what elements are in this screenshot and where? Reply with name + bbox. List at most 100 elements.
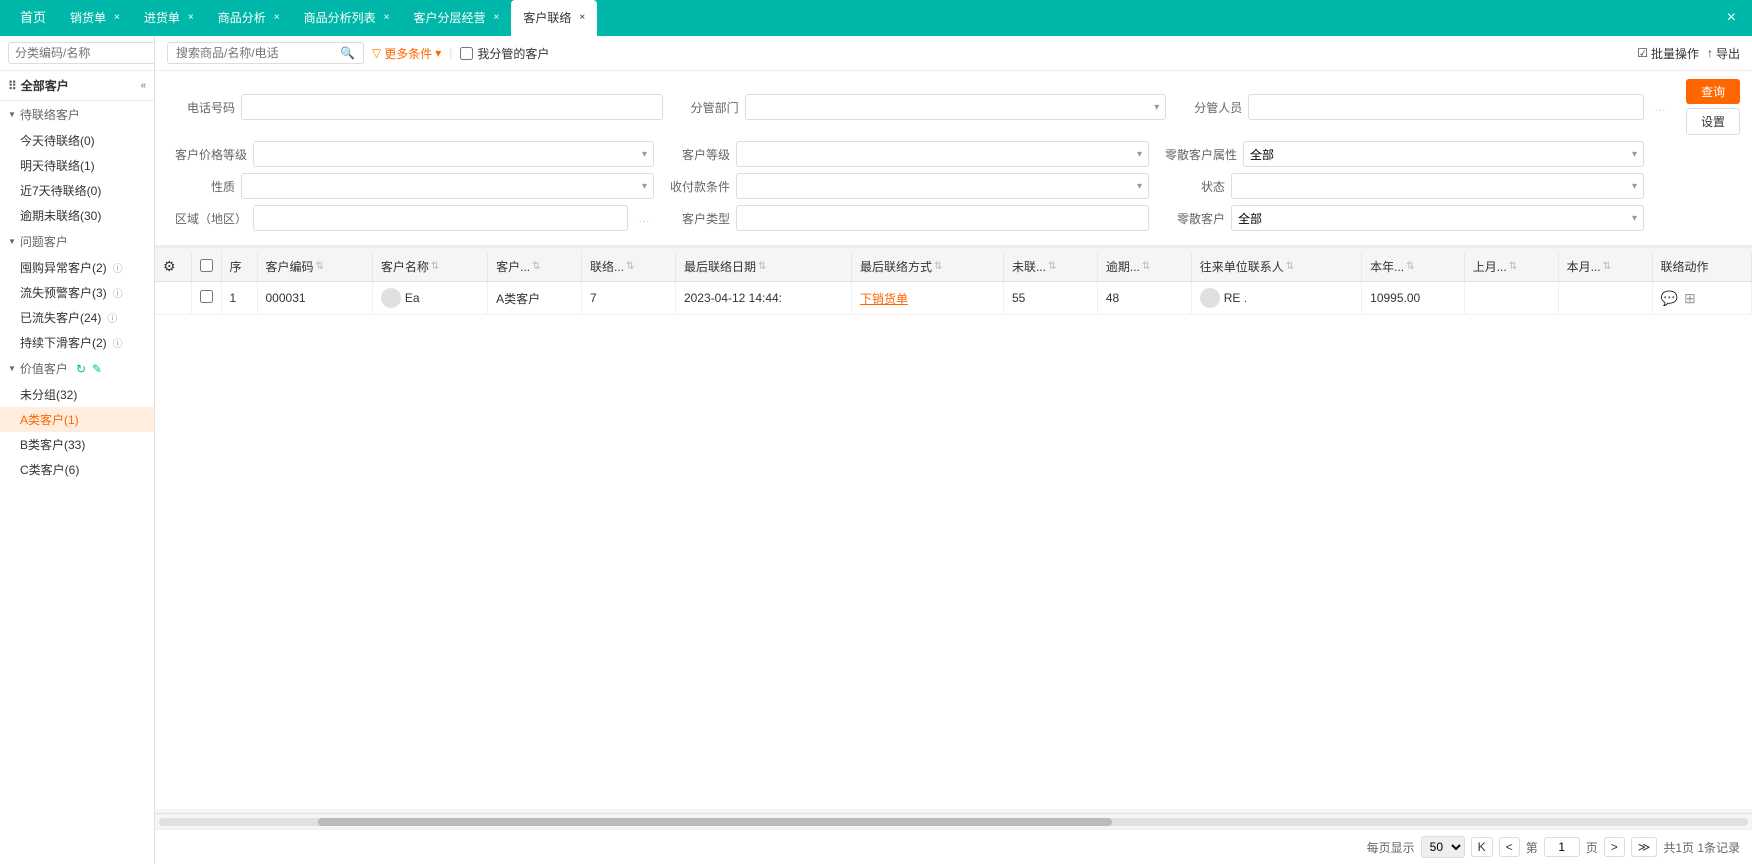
contact2-avatar <box>1200 288 1220 308</box>
my-customers-checkbox-area[interactable]: 我分管的客户 <box>460 45 549 62</box>
last-page-btn[interactable]: ≫ <box>1631 837 1658 857</box>
page-number-input[interactable] <box>1544 837 1580 857</box>
info-icon-3: ⓘ <box>107 310 117 325</box>
batch-op-btn[interactable]: ☑ 批量操作 <box>1637 45 1699 62</box>
sidebar-item-overdue[interactable]: 逾期未联络(30) <box>0 203 154 228</box>
filter-region-input[interactable] <box>253 205 628 231</box>
filter-dept-arrow: ▾ <box>1154 102 1159 113</box>
value-group-edit-icon[interactable]: ✎ <box>92 362 102 376</box>
toolbar-search-icon[interactable]: 🔍 <box>340 46 355 60</box>
grid-action-icon[interactable]: ⊞ <box>1684 290 1696 307</box>
sidebar-group-pending[interactable]: ▼ 待联络客户 <box>0 101 154 128</box>
nav-goods-analysis-close[interactable]: × <box>274 0 280 36</box>
row-checkbox[interactable] <box>200 290 213 303</box>
sidebar-group-problem[interactable]: ▼ 问题客户 <box>0 228 154 255</box>
filter-retail-customer-select[interactable]: 全部 ▾ <box>1231 205 1644 231</box>
th-last-method[interactable]: 最后联络方式⇅ <box>851 252 1003 282</box>
th-contact2[interactable]: 往来单位联系人⇅ <box>1191 252 1361 282</box>
chat-action-icon[interactable]: 💬 <box>1661 290 1678 307</box>
sidebar-item-tomorrow[interactable]: 明天待联络(1) <box>0 153 154 178</box>
filter-dept: 分管部门 ▾ <box>671 94 1175 120</box>
th-overdue[interactable]: 逾期...⇅ <box>1097 252 1191 282</box>
horizontal-scrollbar[interactable] <box>159 818 1748 826</box>
filter-manager-input[interactable] <box>1248 94 1644 120</box>
nav-goods-list-close[interactable]: × <box>384 0 390 36</box>
filter-dept-select[interactable]: ▾ <box>745 94 1167 120</box>
th-checkbox[interactable] <box>191 252 221 282</box>
toolbar-search-input[interactable] <box>176 46 336 60</box>
filter-dropdown-icon: ▾ <box>435 46 441 60</box>
sidebar-search-area: 🔍 <box>0 36 154 71</box>
sidebar-item-a-class[interactable]: A类客户(1) <box>0 407 154 432</box>
th-last-month[interactable]: 上月...⇅ <box>1464 252 1558 282</box>
toolbar-search-box: 🔍 <box>167 42 364 64</box>
sidebar-item-declining[interactable]: 持续下滑客户(2) ⓘ <box>0 330 154 355</box>
sidebar-collapse-btn[interactable]: « <box>140 80 146 91</box>
horizontal-scrollbar-thumb[interactable] <box>318 818 1113 826</box>
nav-goods-list[interactable]: 商品分析列表 × <box>292 0 402 36</box>
td-last-method[interactable]: 下销货单 <box>851 282 1003 315</box>
td-settings <box>155 282 191 315</box>
per-page-select[interactable]: 50 <box>1421 836 1465 858</box>
th-contact-count[interactable]: 联络...⇅ <box>582 252 676 282</box>
search-btn[interactable]: 查询 <box>1686 79 1740 104</box>
nav-home[interactable]: 首页 <box>8 0 58 36</box>
nav-customer-layer-close[interactable]: × <box>493 0 499 36</box>
th-this-month[interactable]: 本月...⇅ <box>1558 252 1652 282</box>
th-type[interactable]: 客户...⇅ <box>488 252 582 282</box>
th-settings[interactable]: ⚙ <box>155 252 191 282</box>
filter-nature-select[interactable]: ▾ <box>241 173 654 199</box>
filter-manager-dots[interactable]: … <box>1650 100 1670 114</box>
settings-btn[interactable]: 设置 <box>1686 108 1740 135</box>
nav-purchase-close[interactable]: × <box>188 0 194 36</box>
filter-customer-grade-select[interactable]: ▾ <box>736 141 1149 167</box>
sidebar-item-c-class[interactable]: C类客户(6) <box>0 457 154 482</box>
nav-goods-analysis[interactable]: 商品分析 × <box>206 0 292 36</box>
nav-customer-contact-close[interactable]: × <box>579 0 585 36</box>
filter-customer-type-input[interactable] <box>736 205 1149 231</box>
th-uncontacted[interactable]: 未联...⇅ <box>1003 252 1097 282</box>
settings-gear-icon[interactable]: ⚙ <box>163 258 176 274</box>
filter-region-label: 区域（地区） <box>175 210 247 227</box>
filter-price-grade-select[interactable]: ▾ <box>253 141 654 167</box>
triangle-icon-3: ▼ <box>8 364 16 373</box>
filter-status-label: 状态 <box>1165 178 1225 195</box>
filter-more-btn[interactable]: ▽ 更多条件 ▾ <box>372 45 441 62</box>
filter-phone-input[interactable] <box>241 94 663 120</box>
nav-customer-contact[interactable]: 客户联络 × <box>511 0 597 36</box>
name-avatar <box>381 288 401 308</box>
window-close-btn[interactable]: × <box>1719 9 1744 27</box>
select-all-checkbox[interactable] <box>200 259 213 272</box>
next-page-btn[interactable]: > <box>1604 837 1625 857</box>
th-this-year[interactable]: 本年...⇅ <box>1362 252 1465 282</box>
sidebar-item-churned[interactable]: 已流失客户(24) ⓘ <box>0 305 154 330</box>
filter-retail-attr-select[interactable]: 全部 ▾ <box>1243 141 1644 167</box>
nav-customer-layer[interactable]: 客户分层经营 × <box>401 0 511 36</box>
filter-status-select[interactable]: ▾ <box>1231 173 1644 199</box>
th-code[interactable]: 客户编码⇅ <box>257 252 372 282</box>
nav-purchase[interactable]: 进货单 × <box>132 0 206 36</box>
sidebar-item-hoarding[interactable]: 囤购异常客户(2) ⓘ <box>0 255 154 280</box>
my-customers-checkbox[interactable] <box>460 47 473 60</box>
filter-status: 状态 ▾ <box>1157 173 1652 199</box>
filter-region-dots[interactable]: … <box>634 211 654 225</box>
sidebar-item-churn-warning[interactable]: 流失预警客户(3) ⓘ <box>0 280 154 305</box>
nav-sales[interactable]: 销货单 × <box>58 0 132 36</box>
last-method-link[interactable]: 下销货单 <box>860 292 908 306</box>
value-group-refresh-icon[interactable]: ↻ <box>76 362 86 376</box>
sidebar-group-value[interactable]: ▼ 价值客户 ↻ ✎ <box>0 355 154 382</box>
th-last-date[interactable]: 最后联络日期⇅ <box>675 252 851 282</box>
filter-nature: 性质 ▾ <box>167 173 662 199</box>
export-btn[interactable]: ↑ 导出 <box>1707 45 1740 62</box>
first-page-btn[interactable]: K <box>1471 837 1493 857</box>
sidebar-item-7days[interactable]: 近7天待联络(0) <box>0 178 154 203</box>
prev-page-btn[interactable]: < <box>1499 837 1520 857</box>
th-name[interactable]: 客户名称⇅ <box>372 252 487 282</box>
nav-sales-close[interactable]: × <box>114 0 120 36</box>
sidebar-item-b-class[interactable]: B类客户(33) <box>0 432 154 457</box>
sidebar-item-ungrouped[interactable]: 未分组(32) <box>0 382 154 407</box>
sidebar-search-input[interactable] <box>8 42 155 64</box>
filter-payment-select[interactable]: ▾ <box>736 173 1149 199</box>
td-checkbox[interactable] <box>191 282 221 315</box>
sidebar-item-today[interactable]: 今天待联络(0) <box>0 128 154 153</box>
